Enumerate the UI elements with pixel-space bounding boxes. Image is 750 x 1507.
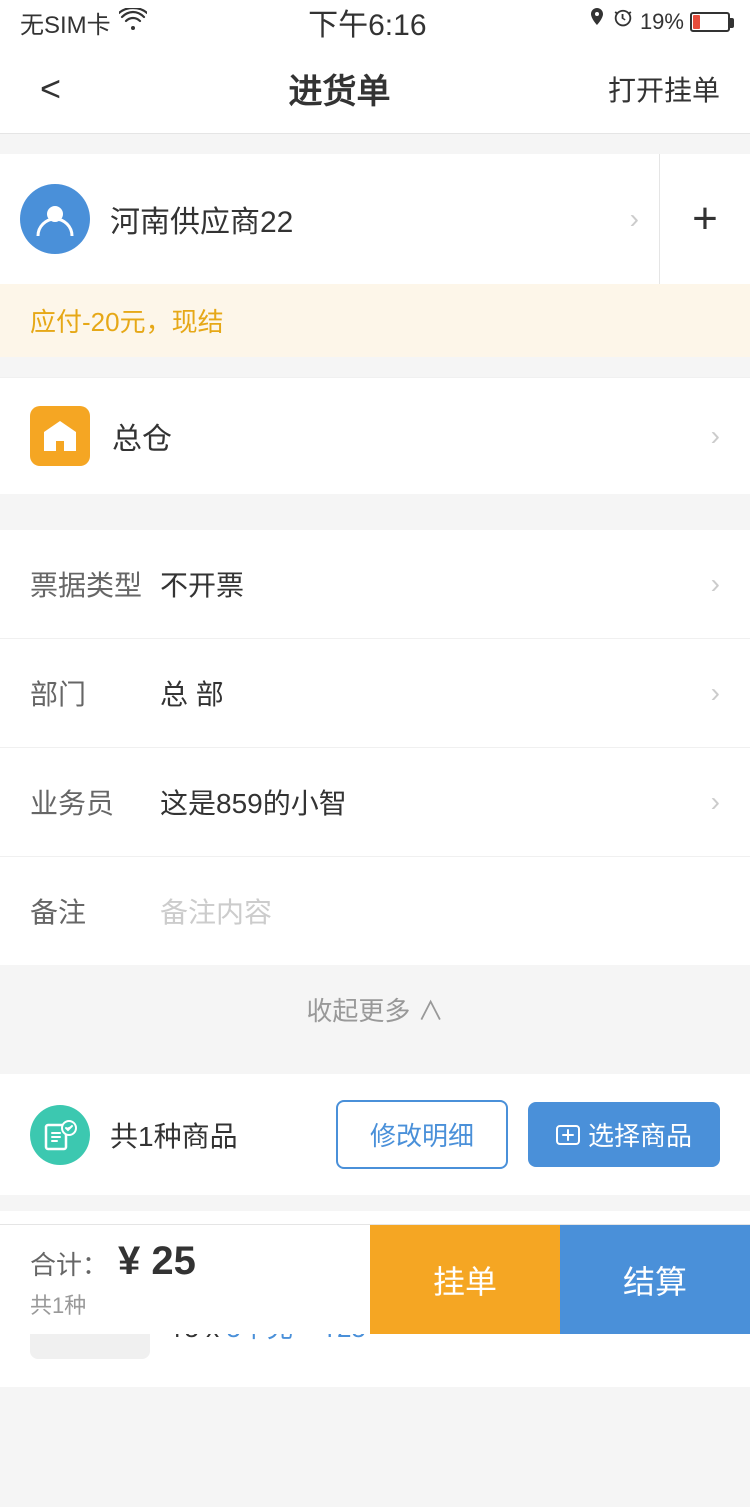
total-label: 合计： [30, 1245, 108, 1282]
supplier-notice: 应付-20元，现结 [0, 284, 750, 357]
gap-4 [0, 1054, 750, 1074]
pending-button[interactable]: 挂单 [370, 1225, 560, 1334]
status-left: 无SIM卡 [20, 5, 147, 40]
salesperson-value: 这是859的小智 [160, 782, 701, 822]
salesperson-row[interactable]: 业务员 这是859的小智 › [0, 748, 750, 857]
wifi-icon [119, 8, 147, 37]
back-button[interactable]: < [30, 58, 71, 120]
location-icon [588, 8, 606, 36]
select-product-label: 选择商品 [588, 1116, 692, 1153]
remark-label: 备注 [30, 891, 160, 931]
battery-icon [690, 12, 730, 32]
edit-detail-button[interactable]: 修改明细 [336, 1100, 508, 1169]
bottom-spacer [0, 1387, 750, 1507]
total-count: 共1种 [30, 1288, 340, 1320]
total-section: 合计： ¥ 25 共1种 [0, 1225, 370, 1334]
salesperson-label: 业务员 [30, 782, 160, 822]
status-right: 19% [588, 8, 730, 36]
remark-value: 备注内容 [160, 891, 720, 931]
add-supplier-button[interactable]: + [660, 154, 750, 284]
warehouse-selector[interactable]: 总仓 › [0, 377, 750, 494]
open-pending-button[interactable]: 打开挂单 [608, 69, 720, 109]
product-count-icon [30, 1105, 90, 1165]
remark-row[interactable]: 备注 备注内容 [0, 857, 750, 965]
supplier-selector[interactable]: 河南供应商22 › [0, 154, 660, 284]
supplier-avatar [20, 184, 90, 254]
sales-chevron-icon: › [711, 786, 720, 818]
invoice-type-value: 不开票 [160, 564, 701, 604]
product-count-label: 共1种商品 [110, 1115, 316, 1155]
status-time: 下午6:16 [308, 0, 426, 44]
invoice-type-label: 票据类型 [30, 564, 160, 604]
nav-bar: < 进货单 打开挂单 [0, 44, 750, 134]
alarm-icon [612, 8, 634, 36]
gap-3 [0, 494, 750, 514]
department-label: 部门 [30, 673, 160, 713]
total-amount: ¥ 25 [118, 1239, 196, 1284]
warehouse-name: 总仓 [112, 414, 701, 458]
checkout-button[interactable]: 结算 [560, 1225, 750, 1334]
battery-label: 19% [640, 9, 684, 35]
gap-2 [0, 357, 750, 377]
select-product-button[interactable]: 选择商品 [528, 1102, 720, 1167]
form-section: 票据类型 不开票 › 部门 总 部 › 业务员 这是859的小智 › 备注 备注… [0, 530, 750, 965]
invoice-chevron-icon: › [711, 568, 720, 600]
invoice-type-row[interactable]: 票据类型 不开票 › [0, 530, 750, 639]
product-header: 共1种商品 修改明细 选择商品 [0, 1074, 750, 1195]
network-label: 无SIM卡 [20, 5, 111, 40]
page-title: 进货单 [289, 64, 391, 113]
department-row[interactable]: 部门 总 部 › [0, 639, 750, 748]
gap-1 [0, 134, 750, 154]
total-row: 合计： ¥ 25 [30, 1239, 340, 1284]
supplier-chevron-icon: › [630, 203, 639, 235]
warehouse-icon [30, 406, 90, 466]
status-bar: 无SIM卡 下午6:16 19% [0, 0, 750, 44]
dept-chevron-icon: › [711, 677, 720, 709]
supplier-section: 河南供应商22 › + [0, 154, 750, 284]
supplier-name: 河南供应商22 [110, 197, 620, 241]
bottom-bar: 合计： ¥ 25 共1种 挂单 结算 [0, 1224, 750, 1334]
department-value: 总 部 [160, 673, 701, 713]
warehouse-chevron-icon: › [711, 420, 720, 452]
collapse-button[interactable]: 收起更多 ∧ [0, 965, 750, 1054]
